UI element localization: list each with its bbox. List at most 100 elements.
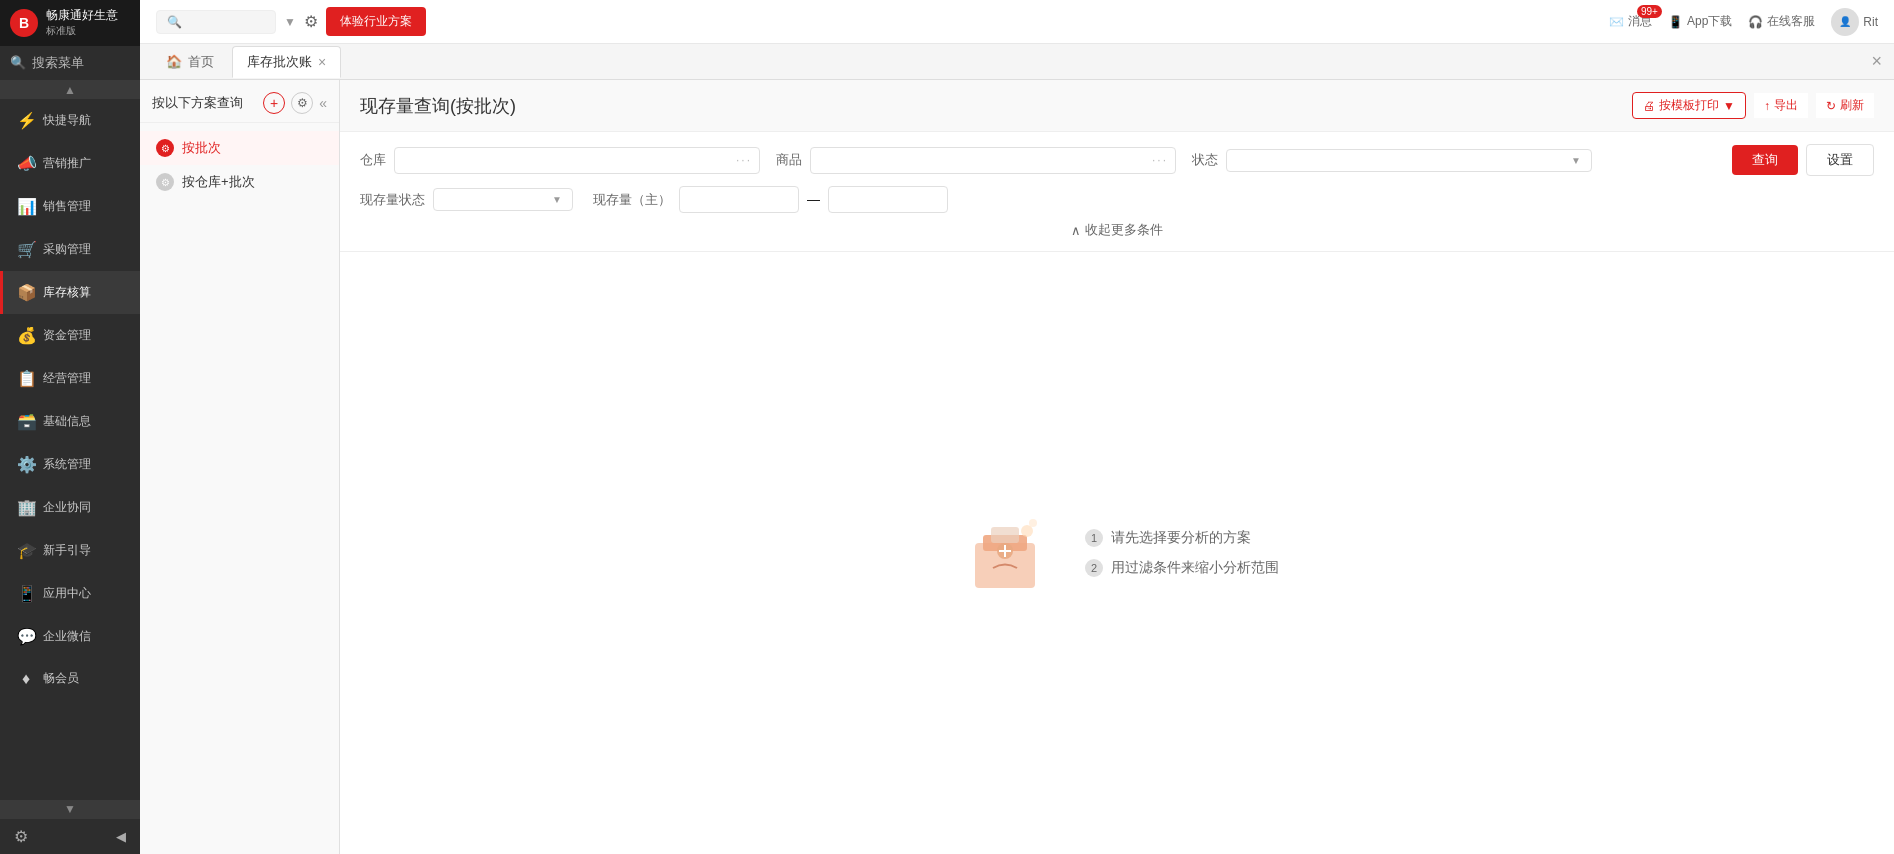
filter-action-btns: 查询 设置 [1732, 144, 1874, 176]
stock-qty-range: — [679, 186, 948, 213]
headset-icon: 🎧 [1748, 15, 1763, 29]
sidebar-item-label: 基础信息 [43, 413, 91, 430]
page-title-actions: 🖨 按模板打印 ▼ ↑ 导出 ↻ 刷新 [1632, 92, 1874, 119]
sidebar-bottom: ⚙ ◀ [0, 818, 140, 854]
sidebar-item-basic[interactable]: 🗃️ 基础信息 [0, 400, 140, 443]
sidebar-collapse-btn[interactable]: ◀ [116, 829, 126, 844]
app-download-btn[interactable]: 📱 App下载 [1668, 13, 1732, 30]
tab-inventory-batch[interactable]: 库存批次账 × [232, 46, 341, 78]
sidebar-item-label: 经营管理 [43, 370, 91, 387]
home-icon: 🏠 [166, 54, 182, 69]
svg-rect-2 [991, 527, 1019, 543]
inventory-icon: 📦 [17, 283, 35, 302]
collapse-more-btn[interactable]: ∧ 收起更多条件 [360, 213, 1874, 239]
sidebar-item-apps[interactable]: 📱 应用中心 [0, 572, 140, 615]
content-area: 按以下方案查询 + ⚙ « ⚙ 按批次 [140, 80, 1894, 854]
print-icon: 🖨 [1643, 99, 1655, 113]
scroll-down-btn[interactable]: ▼ [0, 800, 140, 818]
sidebar-item-inventory[interactable]: 📦 库存核算 [0, 271, 140, 314]
main-area: 🔍 ▼ ⚙ 体验行业方案 ✉️ 消息 99+ 📱 App下载 🎧 在线客服 👤 [140, 0, 1894, 854]
sidebar-search[interactable]: 🔍 搜索菜单 [0, 46, 140, 81]
left-panel-collapse-btn[interactable]: « [319, 95, 327, 111]
tab-panel-close-btn[interactable]: × [1871, 51, 1882, 72]
sidebar-item-label: 新手引导 [43, 542, 91, 559]
svg-point-7 [1029, 519, 1037, 527]
online-support-btn[interactable]: 🎧 在线客服 [1748, 13, 1815, 30]
print-btn[interactable]: 🖨 按模板打印 ▼ [1632, 92, 1746, 119]
plan-settings-btn[interactable]: ⚙ [291, 92, 313, 114]
sidebar-item-marketing[interactable]: 📣 营销推广 [0, 142, 140, 185]
quick-nav-icon: ⚡ [17, 111, 35, 130]
sidebar-item-label: 采购管理 [43, 241, 91, 258]
query-btn[interactable]: 查询 [1732, 145, 1798, 175]
left-panel-header-actions: + ⚙ « [263, 92, 327, 114]
sidebar-item-quick-nav[interactable]: ⚡ 快捷导航 [0, 99, 140, 142]
plan-item-by-batch[interactable]: ⚙ 按批次 [140, 131, 339, 165]
purchase-icon: 🛒 [17, 240, 35, 259]
settings-btn[interactable]: 设置 [1806, 144, 1874, 176]
sidebar-item-finance[interactable]: 💰 资金管理 [0, 314, 140, 357]
topbar-search-box[interactable]: 🔍 [156, 10, 276, 34]
print-dropdown-icon[interactable]: ▼ [1723, 99, 1735, 113]
stock-status-select[interactable]: ▼ [433, 188, 573, 211]
sidebar-item-label: 企业微信 [43, 628, 91, 645]
warehouse-input[interactable] [394, 147, 760, 174]
add-plan-btn[interactable]: + [263, 92, 285, 114]
plan-item-by-warehouse-batch[interactable]: ⚙ 按仓库+批次 [140, 165, 339, 199]
marketing-icon: 📣 [17, 154, 35, 173]
plan-list: ⚙ 按批次 ⚙ 按仓库+批次 [140, 123, 339, 207]
refresh-btn[interactable]: ↻ 刷新 [1816, 93, 1874, 118]
app-logo: B [10, 9, 38, 37]
tip-2-num: 2 [1085, 559, 1103, 577]
industry-btn[interactable]: 体验行业方案 [326, 7, 426, 36]
status-dropdown-icon: ▼ [1571, 155, 1581, 166]
user-area[interactable]: 👤 Rit [1831, 8, 1878, 36]
search-icon: 🔍 [10, 55, 26, 70]
message-icon: ✉️ [1609, 15, 1624, 29]
export-btn[interactable]: ↑ 导出 [1754, 93, 1808, 118]
left-panel: 按以下方案查询 + ⚙ « ⚙ 按批次 [140, 80, 340, 854]
stock-qty-min-input[interactable] [679, 186, 799, 213]
left-panel-title: 按以下方案查询 [152, 94, 243, 112]
enterprise-icon: 🏢 [17, 498, 35, 517]
wechat-icon: 💬 [17, 627, 35, 646]
sidebar-item-vip[interactable]: ♦ 畅会员 [0, 658, 140, 700]
sidebar-item-operations[interactable]: 📋 经营管理 [0, 357, 140, 400]
status-select[interactable]: ▼ [1226, 149, 1592, 172]
messages-btn[interactable]: ✉️ 消息 99+ [1609, 13, 1652, 30]
sidebar-item-enterprise[interactable]: 🏢 企业协同 [0, 486, 140, 529]
empty-state: 1 请先选择要分析的方案 2 用过滤条件来缩小分析范围 [340, 252, 1894, 854]
scroll-up-btn[interactable]: ▲ [0, 81, 140, 99]
product-input-wrapper: ··· [810, 147, 1176, 174]
export-icon: ↑ [1764, 99, 1770, 113]
print-label: 按模板打印 [1659, 97, 1719, 114]
plan-active-icon: ⚙ [156, 139, 174, 157]
topbar-dropdown-icon[interactable]: ▼ [284, 15, 296, 29]
basic-icon: 🗃️ [17, 412, 35, 431]
sidebar-item-label: 企业协同 [43, 499, 91, 516]
plan-item-label: 按仓库+批次 [182, 173, 255, 191]
gear-icon: ⚙ [297, 96, 308, 110]
stock-qty-max-input[interactable] [828, 186, 948, 213]
status-label: 状态 [1192, 151, 1218, 169]
sidebar-item-guide[interactable]: 🎓 新手引导 [0, 529, 140, 572]
tab-bar: 🏠 首页 库存批次账 × × [140, 44, 1894, 80]
sidebar-item-sales[interactable]: 📊 销售管理 [0, 185, 140, 228]
tab-close-btn[interactable]: × [318, 54, 326, 70]
sidebar-settings-icon[interactable]: ⚙ [14, 827, 28, 846]
product-input[interactable] [810, 147, 1176, 174]
tab-home[interactable]: 🏠 首页 [152, 47, 228, 77]
filter-row-1: 仓库 ··· 商品 ··· 状态 [360, 144, 1874, 176]
sidebar-item-label: 资金管理 [43, 327, 91, 344]
stock-status-label: 现存量状态 [360, 191, 425, 209]
left-panel-header: 按以下方案查询 + ⚙ « [140, 80, 339, 123]
sidebar-item-system[interactable]: ⚙️ 系统管理 [0, 443, 140, 486]
sidebar-item-wechat[interactable]: 💬 企业微信 [0, 615, 140, 658]
empty-tip-2: 2 用过滤条件来缩小分析范围 [1085, 559, 1279, 577]
empty-tip-1: 1 请先选择要分析的方案 [1085, 529, 1279, 547]
sidebar-item-label: 畅会员 [43, 670, 79, 687]
topbar-settings-icon[interactable]: ⚙ [304, 12, 318, 31]
app-download-label: App下载 [1687, 13, 1732, 30]
sidebar-item-purchase[interactable]: 🛒 采购管理 [0, 228, 140, 271]
operations-icon: 📋 [17, 369, 35, 388]
